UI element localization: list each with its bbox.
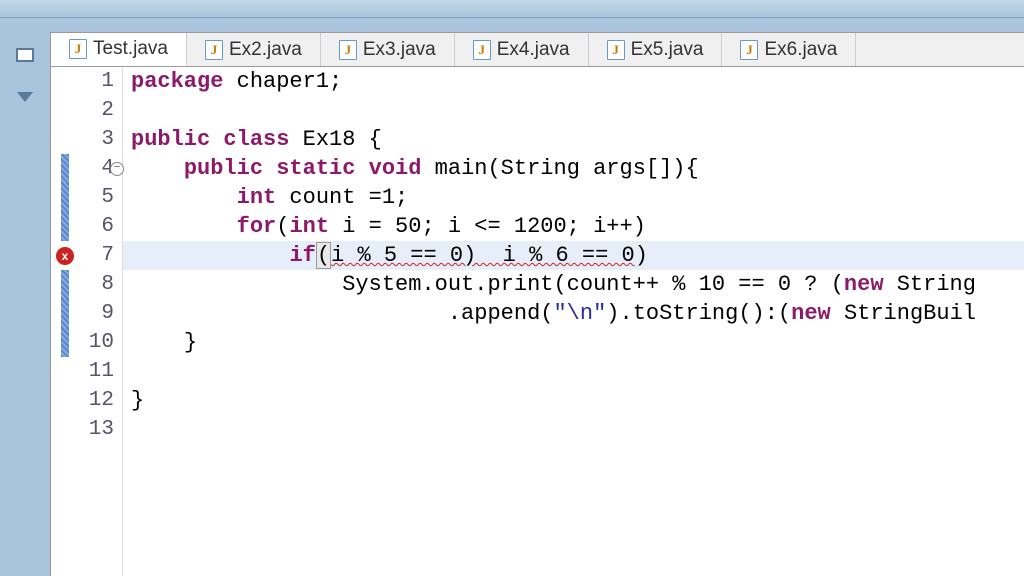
line-number: 3 bbox=[79, 125, 122, 154]
marker-cell bbox=[51, 125, 79, 154]
line-number: 2 bbox=[79, 96, 122, 125]
marker-cell bbox=[51, 154, 79, 183]
code-line: } bbox=[123, 328, 1024, 357]
code-line bbox=[123, 96, 1024, 125]
code-line bbox=[123, 415, 1024, 444]
tab-ex4-java[interactable]: J Ex4.java bbox=[455, 33, 589, 66]
code-line: public class Ex18 { bbox=[123, 125, 1024, 154]
main-area: J Test.java J Ex2.java J Ex3.java J Ex4.… bbox=[0, 18, 1024, 576]
java-file-icon: J bbox=[607, 40, 625, 60]
tab-bar: J Test.java J Ex2.java J Ex3.java J Ex4.… bbox=[51, 33, 1024, 67]
tab-ex6-java[interactable]: J Ex6.java bbox=[722, 33, 856, 66]
line-number: 11 bbox=[79, 357, 122, 386]
line-number: 13 bbox=[79, 415, 122, 444]
code-line: for(int i = 50; i <= 1200; i++) bbox=[123, 212, 1024, 241]
tab-ex5-java[interactable]: J Ex5.java bbox=[589, 33, 723, 66]
marker-cell bbox=[51, 212, 79, 241]
marker-column: x bbox=[51, 67, 79, 576]
code-editor[interactable]: x 1 2 3 4− 5 6 7 8 9 10 11 12 bbox=[51, 67, 1024, 576]
line-number: 7 bbox=[79, 241, 122, 270]
line-number: 12 bbox=[79, 386, 122, 415]
java-file-icon: J bbox=[205, 40, 223, 60]
error-marker[interactable]: x bbox=[51, 241, 79, 270]
tab-label: Test.java bbox=[93, 38, 168, 60]
line-number: 5 bbox=[79, 183, 122, 212]
tab-test-java[interactable]: J Test.java bbox=[51, 33, 187, 66]
marker-cell bbox=[51, 183, 79, 212]
tab-label: Ex2.java bbox=[229, 39, 302, 61]
line-number: 1 bbox=[79, 67, 122, 96]
line-number: 6 bbox=[79, 212, 122, 241]
toolbar bbox=[0, 0, 1024, 18]
tab-label: Ex3.java bbox=[363, 39, 436, 61]
code-line: int count =1; bbox=[123, 183, 1024, 212]
marker-cell bbox=[51, 357, 79, 386]
marker-cell bbox=[51, 96, 79, 125]
marker-cell bbox=[51, 328, 79, 357]
java-file-icon: J bbox=[473, 40, 491, 60]
line-number: 10 bbox=[79, 328, 122, 357]
marker-cell bbox=[51, 386, 79, 415]
marker-cell bbox=[51, 415, 79, 444]
marker-cell bbox=[51, 67, 79, 96]
code-line bbox=[123, 357, 1024, 386]
tab-ex3-java[interactable]: J Ex3.java bbox=[321, 33, 455, 66]
editor-panel: J Test.java J Ex2.java J Ex3.java J Ex4.… bbox=[50, 32, 1024, 576]
line-number: 9 bbox=[79, 299, 122, 328]
tab-label: Ex6.java bbox=[764, 39, 837, 61]
code-line: System.out.print(count++ % 10 == 0 ? (ne… bbox=[123, 270, 1024, 299]
tab-ex2-java[interactable]: J Ex2.java bbox=[187, 33, 321, 66]
java-file-icon: J bbox=[339, 40, 357, 60]
code-line: package chaper1; bbox=[123, 67, 1024, 96]
code-line: public static void main(String args[]){ bbox=[123, 154, 1024, 183]
line-number-gutter: 1 2 3 4− 5 6 7 8 9 10 11 12 13 bbox=[79, 67, 123, 576]
tab-label: Ex4.java bbox=[497, 39, 570, 61]
code-content[interactable]: package chaper1; public class Ex18 { pub… bbox=[123, 67, 1024, 576]
error-icon: x bbox=[56, 247, 74, 265]
marker-cell bbox=[51, 299, 79, 328]
line-number: 8 bbox=[79, 270, 122, 299]
marker-cell bbox=[51, 270, 79, 299]
code-line: .append("\n").toString():(new StringBuil bbox=[123, 299, 1024, 328]
java-file-icon: J bbox=[69, 39, 87, 59]
tab-label: Ex5.java bbox=[631, 39, 704, 61]
java-file-icon: J bbox=[740, 40, 758, 60]
fold-toggle-icon[interactable]: − bbox=[110, 162, 124, 176]
window-icon[interactable] bbox=[16, 48, 34, 62]
line-number: 4− bbox=[79, 154, 122, 183]
left-sidebar bbox=[0, 18, 50, 576]
code-line-current: if(i % 5 == 0) i % 6 == 0) bbox=[123, 241, 1024, 270]
code-line: } bbox=[123, 386, 1024, 415]
expand-icon[interactable] bbox=[17, 92, 33, 102]
